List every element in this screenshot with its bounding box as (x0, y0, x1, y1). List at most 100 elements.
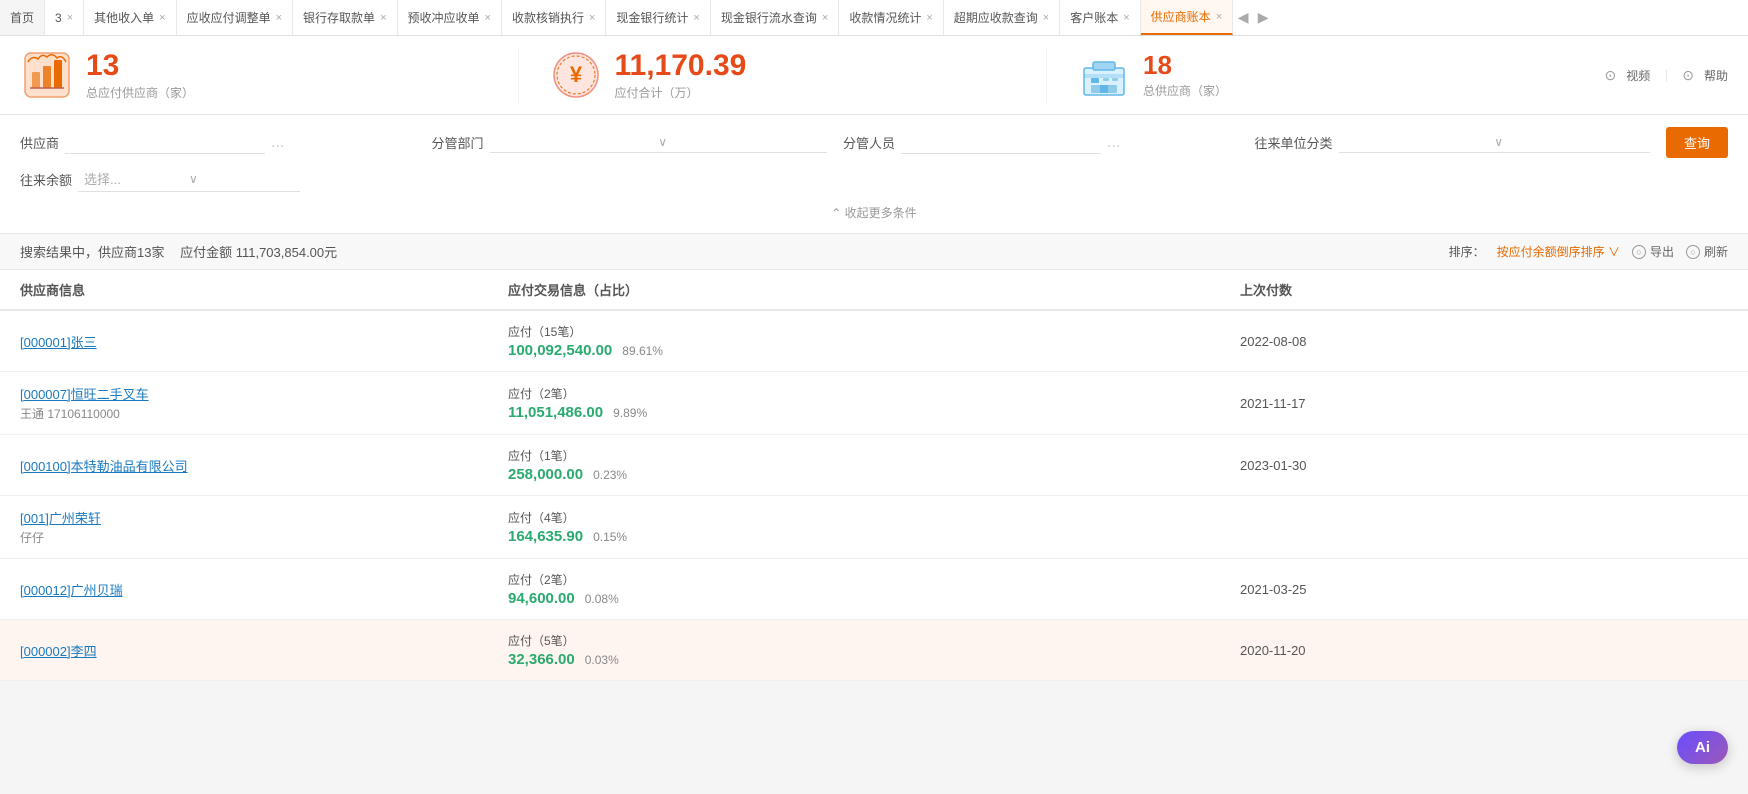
summary-amount: 应付金额 111,703,854.00元 (180, 245, 337, 260)
tx-percent-5: 0.08% (585, 592, 619, 606)
tx-info-3: 应付（1笔） 258,000.00 0.23% (508, 447, 1240, 483)
tx-percent-4: 0.15% (593, 530, 627, 544)
supplier-link-3[interactable]: [000100]本特勒油品有限公司 (20, 456, 508, 475)
last-pay-date-3: 2023-01-30 (1240, 458, 1307, 473)
col-header-supplier: 供应商信息 (20, 280, 508, 299)
supplier-filter-dots[interactable]: ... (271, 134, 284, 152)
stat-total-suppliers-label: 总供应商（家） (1143, 82, 1227, 99)
tab-collection-stats[interactable]: 收款情况统计 × (839, 0, 943, 35)
balance-select-value: 选择... (84, 169, 189, 188)
stat-ap-suppliers-text: 13 总应付供应商（家） (86, 49, 194, 101)
stat-ap-suppliers-number: 13 (86, 49, 194, 82)
supplier-filter-input[interactable] (65, 132, 265, 154)
tab-home[interactable]: 首页 (0, 0, 45, 35)
supplier-info-3: [000100]本特勒油品有限公司 (20, 456, 508, 475)
tx-amount-4[interactable]: 164,635.90 (508, 528, 583, 545)
supplier-link-4[interactable]: [001]广州荣轩 (20, 508, 508, 527)
tab-bank-deposit-close[interactable]: × (380, 12, 386, 24)
tab-cash-flow-query[interactable]: 现金银行流水查询 × (711, 0, 839, 35)
tab-collection-execute-close[interactable]: × (589, 12, 595, 24)
tx-amount-2[interactable]: 11,051,486.00 (508, 404, 603, 421)
tab-customer-ledger[interactable]: 客户账本 × (1060, 0, 1140, 35)
tab-supplier-ledger-close[interactable]: × (1216, 11, 1222, 23)
category-chevron-down-icon: ∨ (1494, 135, 1644, 149)
ai-button[interactable]: Ai (1677, 731, 1728, 764)
tab-other-income[interactable]: 其他收入单 × (84, 0, 176, 35)
ap-total-icon: ¥ (549, 48, 603, 102)
tx-amount-1[interactable]: 100,092,540.00 (508, 342, 612, 359)
supplier-sub-4: 仔仔 (20, 529, 508, 546)
supplier-filter-label: 供应商 (20, 133, 59, 152)
dept-filter: 分管部门 ∨ (432, 132, 828, 153)
svg-text:¥: ¥ (569, 62, 582, 87)
tx-info-1: 应付（15笔） 100,092,540.00 89.61% (508, 323, 1240, 359)
tab-customer-ledger-close[interactable]: × (1123, 12, 1129, 24)
person-filter-input[interactable] (901, 132, 1101, 154)
stat-ap-total-text: 11,170.39 应付合计（万） (615, 49, 747, 101)
supplier-info-2: [000007]恒旺二手叉车 王通 17106110000 (20, 384, 508, 422)
supplier-info-1: [000001]张三 (20, 332, 508, 351)
tx-amount-3[interactable]: 258,000.00 (508, 466, 583, 483)
tab-cash-bank-stats-close[interactable]: × (693, 12, 699, 24)
tab-overdue-query[interactable]: 超期应收款查询 × (944, 0, 1060, 35)
tab-cash-bank-stats[interactable]: 现金银行统计 × (606, 0, 710, 35)
supplier-link-2[interactable]: [000007]恒旺二手叉车 (20, 384, 508, 403)
tab-advance-receive-label: 预收冲应收单 (408, 9, 480, 26)
tab-advance-receive-close[interactable]: × (485, 12, 491, 24)
category-filter-label: 往来单位分类 (1255, 133, 1333, 152)
balance-filter-select[interactable]: 选择... ∨ (78, 166, 300, 192)
last-pay-date-5: 2021-03-25 (1240, 582, 1307, 597)
circle-play-icon: ⊙ (1605, 67, 1617, 84)
stat-ap-suppliers-label: 总应付供应商（家） (86, 84, 194, 101)
video-link[interactable]: 视频 (1626, 67, 1650, 84)
stat-ap-total-number: 11,170.39 (615, 49, 747, 82)
supplier-link-6[interactable]: [000002]李四 (20, 641, 508, 660)
tab-advance-receive[interactable]: 预收冲应收单 × (398, 0, 502, 35)
total-suppliers-icon (1077, 48, 1131, 102)
tab-collection-execute[interactable]: 收款核销执行 × (502, 0, 606, 35)
tx-label-2: 应付（2笔） (508, 385, 1240, 402)
help-link[interactable]: 帮助 (1704, 67, 1728, 84)
supplier-link-1[interactable]: [000001]张三 (20, 332, 508, 351)
supplier-link-5[interactable]: [000012]广州贝瑞 (20, 580, 508, 599)
person-filter-dots[interactable]: ... (1107, 134, 1120, 152)
tab-other-income-close[interactable]: × (159, 12, 165, 24)
supplier-info-4: [001]广州荣轩 仔仔 (20, 508, 508, 546)
query-button[interactable]: 查询 (1666, 127, 1728, 158)
sort-value-text: 按应付余额倒序排序 (1497, 245, 1605, 259)
last-pay-date-6: 2020-11-20 (1240, 643, 1306, 658)
tab-ar-ap-adjust[interactable]: 应收应付调整单 × (177, 0, 293, 35)
tx-label-4: 应付（4笔） (508, 509, 1240, 526)
dept-filter-select[interactable]: ∨ (490, 132, 827, 153)
last-pay-date-1: 2022-08-08 (1240, 334, 1307, 349)
tab-collection-stats-close[interactable]: × (926, 12, 932, 24)
category-filter-select[interactable]: ∨ (1339, 132, 1650, 153)
tab-3-close[interactable]: × (67, 12, 73, 24)
tab-supplier-ledger[interactable]: 供应商账本 × (1141, 0, 1233, 35)
collapse-bar[interactable]: ⌃ 收起更多条件 (20, 200, 1728, 225)
nav-prev-arrow[interactable]: ◀ (1233, 0, 1253, 35)
tab-overdue-query-label: 超期应收款查询 (954, 9, 1038, 26)
refresh-button[interactable]: ○ 刷新 (1686, 243, 1728, 260)
top-navigation: 首页 3 × 其他收入单 × 应收应付调整单 × 银行存取款单 × 预收冲应收单… (0, 0, 1748, 36)
tab-cash-flow-query-close[interactable]: × (822, 12, 828, 24)
category-filter: 往来单位分类 ∨ (1255, 132, 1651, 153)
tab-bank-deposit-label: 银行存取款单 (303, 9, 375, 26)
tab-collection-execute-label: 收款核销执行 (512, 9, 584, 26)
tab-3[interactable]: 3 × (45, 0, 84, 35)
tab-home-label: 首页 (10, 9, 34, 26)
tab-ar-ap-adjust-close[interactable]: × (276, 12, 282, 24)
sort-dropdown[interactable]: 按应付余额倒序排序 ∨ (1497, 243, 1620, 260)
tx-amount-6[interactable]: 32,366.00 (508, 651, 575, 668)
tx-amount-5[interactable]: 94,600.00 (508, 590, 575, 607)
balance-filter-label: 往来余额 (20, 170, 72, 189)
tab-customer-ledger-label: 客户账本 (1070, 9, 1118, 26)
export-button[interactable]: ○ 导出 (1632, 243, 1674, 260)
nav-next-arrow[interactable]: ▶ (1253, 0, 1273, 35)
export-icon: ○ (1632, 245, 1646, 259)
header-stats: 13 总应付供应商（家） ¥ 11,170.39 应付合计（万） (0, 36, 1748, 115)
ap-suppliers-icon (20, 48, 74, 102)
tab-bank-deposit[interactable]: 银行存取款单 × (293, 0, 397, 35)
table-header: 供应商信息 应付交易信息（占比） 上次付数 (0, 270, 1748, 311)
tab-overdue-query-close[interactable]: × (1043, 12, 1049, 24)
